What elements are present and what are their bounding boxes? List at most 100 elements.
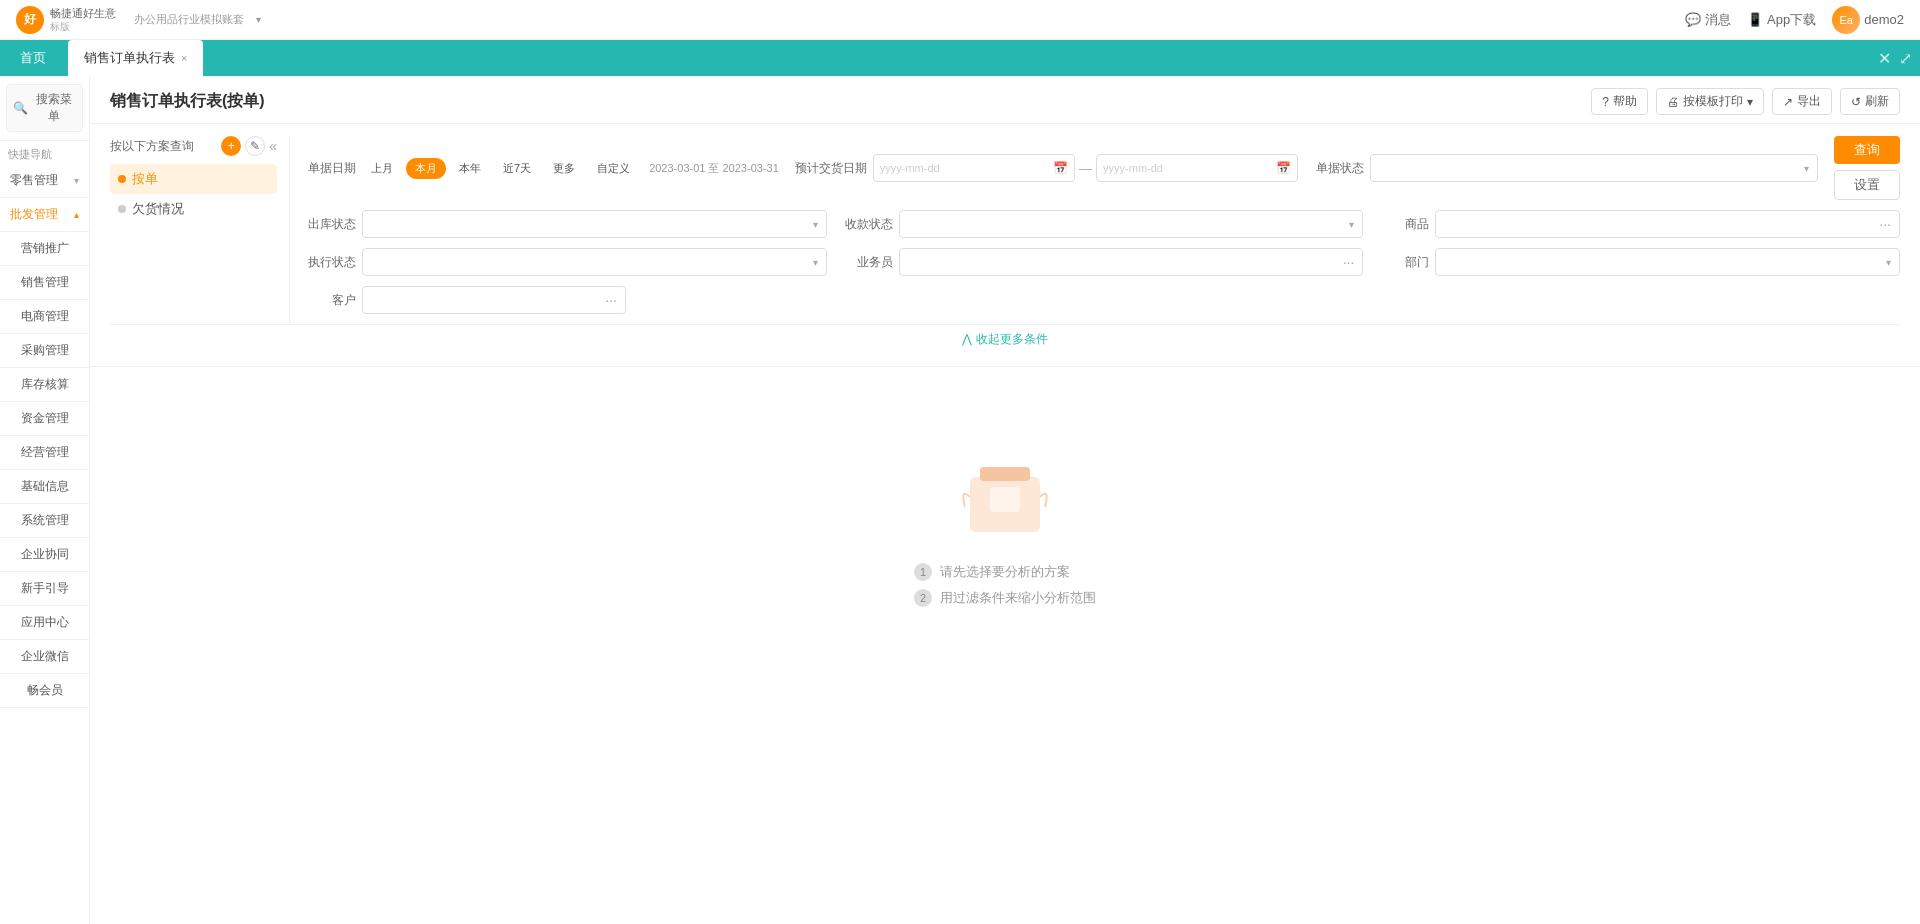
sidebar-label-basic-info: 基础信息 [21, 479, 69, 493]
print-icon: 🖨 [1667, 95, 1679, 109]
sidebar-item-newbie[interactable]: 新手引导 [0, 572, 89, 606]
tab-active[interactable]: 销售订单执行表 × [68, 40, 203, 76]
sidebar-item-retail[interactable]: 零售管理 ▾ [0, 164, 89, 198]
sidebar-item-ecommerce[interactable]: 电商管理 [0, 300, 89, 334]
customer-input[interactable]: ··· [362, 286, 626, 314]
hint-num-1: 1 [914, 563, 932, 581]
goods-input[interactable]: ··· [1435, 210, 1900, 238]
settings-button[interactable]: 设置 [1834, 170, 1900, 200]
scheme-item-order[interactable]: 按单 [110, 164, 277, 194]
scheme-item-shortage[interactable]: 欠货情况 [110, 194, 277, 224]
logo-area: 好 畅捷通好生意 标版 [16, 6, 116, 34]
sidebar-item-sales[interactable]: 销售管理 [0, 266, 89, 300]
payment-status-select[interactable]: ▾ [899, 210, 1364, 238]
date-btn-more[interactable]: 更多 [544, 158, 584, 179]
expected-date-start-placeholder: yyyy-mm-dd [880, 162, 940, 174]
user-area[interactable]: Ea demo2 [1832, 6, 1904, 34]
salesperson-more-icon[interactable]: ··· [1343, 254, 1355, 270]
app-name: 畅捷通好生意 [50, 6, 116, 20]
sidebar-label-inventory: 库存核算 [21, 377, 69, 391]
window-close-icon[interactable]: ✕ [1878, 49, 1891, 68]
top-header: 好 畅捷通好生意 标版 办公用品行业模拟账套 ▾ 💬 消息 📱 App下载 Ea… [0, 0, 1920, 40]
sidebar-expand-retail: ▾ [74, 175, 79, 186]
tab-bar-actions: ✕ ⤢ [1878, 49, 1920, 68]
avatar: Ea [1832, 6, 1860, 34]
collapse-more-button[interactable]: ⋀ 收起更多条件 [110, 324, 1900, 354]
sidebar-item-purchase[interactable]: 采购管理 [0, 334, 89, 368]
sidebar-item-member[interactable]: 畅会员 [0, 674, 89, 708]
collapse-left-panel-button[interactable]: « [269, 138, 277, 154]
avatar-initials: Ea [1840, 14, 1853, 26]
hint-text-2: 用过滤条件来缩小分析范围 [940, 589, 1096, 607]
dept-label: 部门 [1379, 254, 1429, 271]
customer-more-icon[interactable]: ··· [605, 292, 617, 308]
print-dropdown-icon: ▾ [1747, 95, 1753, 109]
export-button[interactable]: ↗ 导出 [1772, 88, 1832, 115]
dept-field: 部门 ▾ [1379, 248, 1900, 276]
tab-close-icon[interactable]: × [181, 52, 187, 64]
sidebar-item-inventory[interactable]: 库存核算 [0, 368, 89, 402]
print-button[interactable]: 🖨 按模板打印 ▾ [1656, 88, 1764, 115]
help-icon: ? [1602, 95, 1609, 109]
sidebar-item-basic-info[interactable]: 基础信息 [0, 470, 89, 504]
status-select[interactable]: ▾ [1370, 154, 1818, 182]
delivery-status-field: 出库状态 ▾ [306, 210, 827, 238]
edit-scheme-button[interactable]: ✎ [245, 136, 265, 156]
sidebar-item-enterprise-wechat[interactable]: 企业微信 [0, 640, 89, 674]
industry-dropdown-arrow[interactable]: ▾ [256, 14, 261, 25]
exec-status-select[interactable]: ▾ [362, 248, 827, 276]
logo-text: 畅捷通好生意 标版 [50, 6, 116, 33]
expected-date-end[interactable]: yyyy-mm-dd 📅 [1096, 154, 1298, 182]
sidebar-label-sales: 销售管理 [21, 275, 69, 289]
expected-date-start[interactable]: yyyy-mm-dd 📅 [873, 154, 1075, 182]
status-field: 单据状态 ▾ [1314, 154, 1818, 182]
date-btn-7days[interactable]: 近7天 [494, 158, 540, 179]
sidebar-item-enterprise-collab[interactable]: 企业协同 [0, 538, 89, 572]
content-area: 销售订单执行表(按单) ? 帮助 🖨 按模板打印 ▾ ↗ 导出 [90, 76, 1920, 924]
search-menu-button[interactable]: 🔍 搜索菜单 [6, 84, 83, 132]
sidebar-label-wholesale: 批发管理 [10, 206, 58, 223]
sidebar-item-operations[interactable]: 经营管理 [0, 436, 89, 470]
search-icon: 🔍 [13, 101, 28, 115]
tab-home[interactable]: 首页 [0, 40, 66, 76]
refresh-button[interactable]: ↺ 刷新 [1840, 88, 1900, 115]
scheme-label-shortage: 欠货情况 [132, 200, 184, 218]
delivery-dropdown-icon: ▾ [813, 219, 818, 230]
date-btn-this-year[interactable]: 本年 [450, 158, 490, 179]
quick-nav-label: 快捷导航 [0, 141, 89, 164]
scheme-dot-gray [118, 205, 126, 213]
query-button[interactable]: 查询 [1834, 136, 1900, 164]
sidebar-item-system[interactable]: 系统管理 [0, 504, 89, 538]
left-panel-header: 按以下方案查询 + ✎ « [110, 136, 277, 156]
status-dropdown-icon: ▾ [1804, 163, 1809, 174]
export-icon: ↗ [1783, 95, 1793, 109]
filter-row-4: 客户 ··· [306, 286, 1900, 314]
main-layout: 🔍 搜索菜单 快捷导航 零售管理 ▾ 批发管理 ▴ 营销推广 销售管理 电商管理… [0, 76, 1920, 924]
delivery-status-select[interactable]: ▾ [362, 210, 827, 238]
window-maximize-icon[interactable]: ⤢ [1899, 49, 1912, 68]
status-label: 单据状态 [1314, 160, 1364, 177]
sidebar-item-finance[interactable]: 资金管理 [0, 402, 89, 436]
empty-illustration [955, 447, 1055, 547]
payment-status-label: 收款状态 [843, 216, 893, 233]
salesperson-input[interactable]: ··· [899, 248, 1364, 276]
dept-select[interactable]: ▾ [1435, 248, 1900, 276]
page-title: 销售订单执行表(按单) [110, 91, 265, 112]
sidebar-item-wholesale[interactable]: 批发管理 ▴ [0, 198, 89, 232]
add-scheme-button[interactable]: + [221, 136, 241, 156]
sidebar-item-app-center[interactable]: 应用中心 [0, 606, 89, 640]
sidebar-search-area: 🔍 搜索菜单 [0, 76, 89, 141]
print-label: 按模板打印 [1683, 93, 1743, 110]
sidebar-item-marketing[interactable]: 营销推广 [0, 232, 89, 266]
app-download-action[interactable]: 📱 App下载 [1747, 11, 1816, 29]
goods-more-icon[interactable]: ··· [1879, 216, 1891, 232]
delivery-status-label: 出库状态 [306, 216, 356, 233]
help-button[interactable]: ? 帮助 [1591, 88, 1648, 115]
date-btn-this-month[interactable]: 本月 [406, 158, 446, 179]
left-panel-title: 按以下方案查询 [110, 138, 194, 155]
date-btn-custom[interactable]: 自定义 [588, 158, 639, 179]
message-action[interactable]: 💬 消息 [1685, 11, 1731, 29]
date-quick-btns: 上月 本月 本年 近7天 更多 自定义 [362, 158, 639, 179]
page-title-bar: 销售订单执行表(按单) ? 帮助 🖨 按模板打印 ▾ ↗ 导出 [90, 76, 1920, 124]
date-btn-last-month[interactable]: 上月 [362, 158, 402, 179]
